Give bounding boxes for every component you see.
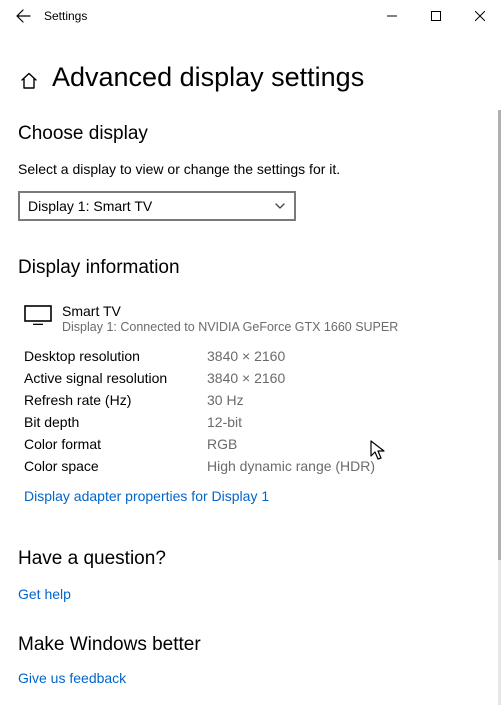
- make-windows-better-heading: Make Windows better: [18, 634, 484, 656]
- info-label: Desktop resolution: [24, 348, 207, 364]
- info-value: 3840 × 2160: [207, 370, 285, 386]
- info-label: Color space: [24, 458, 207, 474]
- info-row: Refresh rate (Hz)30 Hz: [24, 392, 484, 408]
- info-row: Active signal resolution3840 × 2160: [24, 370, 484, 386]
- info-value: High dynamic range (HDR): [207, 458, 375, 474]
- info-row: Color spaceHigh dynamic range (HDR): [24, 458, 484, 474]
- info-row: Color formatRGB: [24, 436, 484, 452]
- display-adapter-properties-link[interactable]: Display adapter properties for Display 1: [18, 488, 269, 504]
- info-value: 12-bit: [207, 414, 242, 430]
- close-icon: [475, 11, 485, 21]
- info-value: 30 Hz: [207, 392, 244, 408]
- choose-display-section: Choose display Select a display to view …: [18, 123, 484, 221]
- close-button[interactable]: [458, 1, 502, 31]
- info-value: RGB: [207, 436, 237, 452]
- make-windows-better-section: Make Windows better Give us feedback: [18, 634, 484, 688]
- page-header: Advanced display settings: [18, 62, 484, 93]
- titlebar: Settings: [0, 0, 502, 32]
- info-label: Refresh rate (Hz): [24, 392, 207, 408]
- info-label: Color format: [24, 436, 207, 452]
- device-summary: Smart TV Display 1: Connected to NVIDIA …: [18, 303, 484, 334]
- app-title: Settings: [40, 9, 370, 23]
- device-name: Smart TV: [62, 303, 398, 319]
- choose-display-heading: Choose display: [18, 123, 484, 145]
- display-info-list: Desktop resolution3840 × 2160 Active sig…: [18, 348, 484, 474]
- info-value: 3840 × 2160: [207, 348, 285, 364]
- page-title: Advanced display settings: [52, 62, 364, 93]
- choose-display-description: Select a display to view or change the s…: [18, 161, 484, 177]
- content-area: Advanced display settings Choose display…: [0, 32, 502, 688]
- give-us-feedback-link[interactable]: Give us feedback: [18, 670, 126, 686]
- arrow-left-icon: [15, 8, 31, 24]
- info-label: Bit depth: [24, 414, 207, 430]
- info-row: Bit depth12-bit: [24, 414, 484, 430]
- device-connection: Display 1: Connected to NVIDIA GeForce G…: [62, 320, 398, 334]
- info-row: Desktop resolution3840 × 2160: [24, 348, 484, 364]
- maximize-icon: [431, 11, 441, 21]
- chevron-down-icon: [274, 200, 286, 212]
- monitor-icon: [24, 305, 52, 325]
- home-icon: [19, 71, 39, 91]
- display-information-heading: Display information: [18, 257, 484, 279]
- scrollbar-thumb[interactable]: [498, 110, 501, 560]
- have-a-question-heading: Have a question?: [18, 548, 484, 570]
- have-a-question-section: Have a question? Get help: [18, 548, 484, 604]
- info-label: Active signal resolution: [24, 370, 207, 386]
- display-information-section: Display information Smart TV Display 1: …: [18, 257, 484, 528]
- window-controls: [370, 1, 502, 31]
- minimize-icon: [387, 11, 397, 21]
- display-selector-value: Display 1: Smart TV: [28, 198, 152, 214]
- get-help-link[interactable]: Get help: [18, 586, 71, 602]
- display-selector-dropdown[interactable]: Display 1: Smart TV: [18, 191, 296, 221]
- minimize-button[interactable]: [370, 1, 414, 31]
- maximize-button[interactable]: [414, 1, 458, 31]
- back-button[interactable]: [6, 0, 40, 32]
- home-button[interactable]: [18, 70, 40, 92]
